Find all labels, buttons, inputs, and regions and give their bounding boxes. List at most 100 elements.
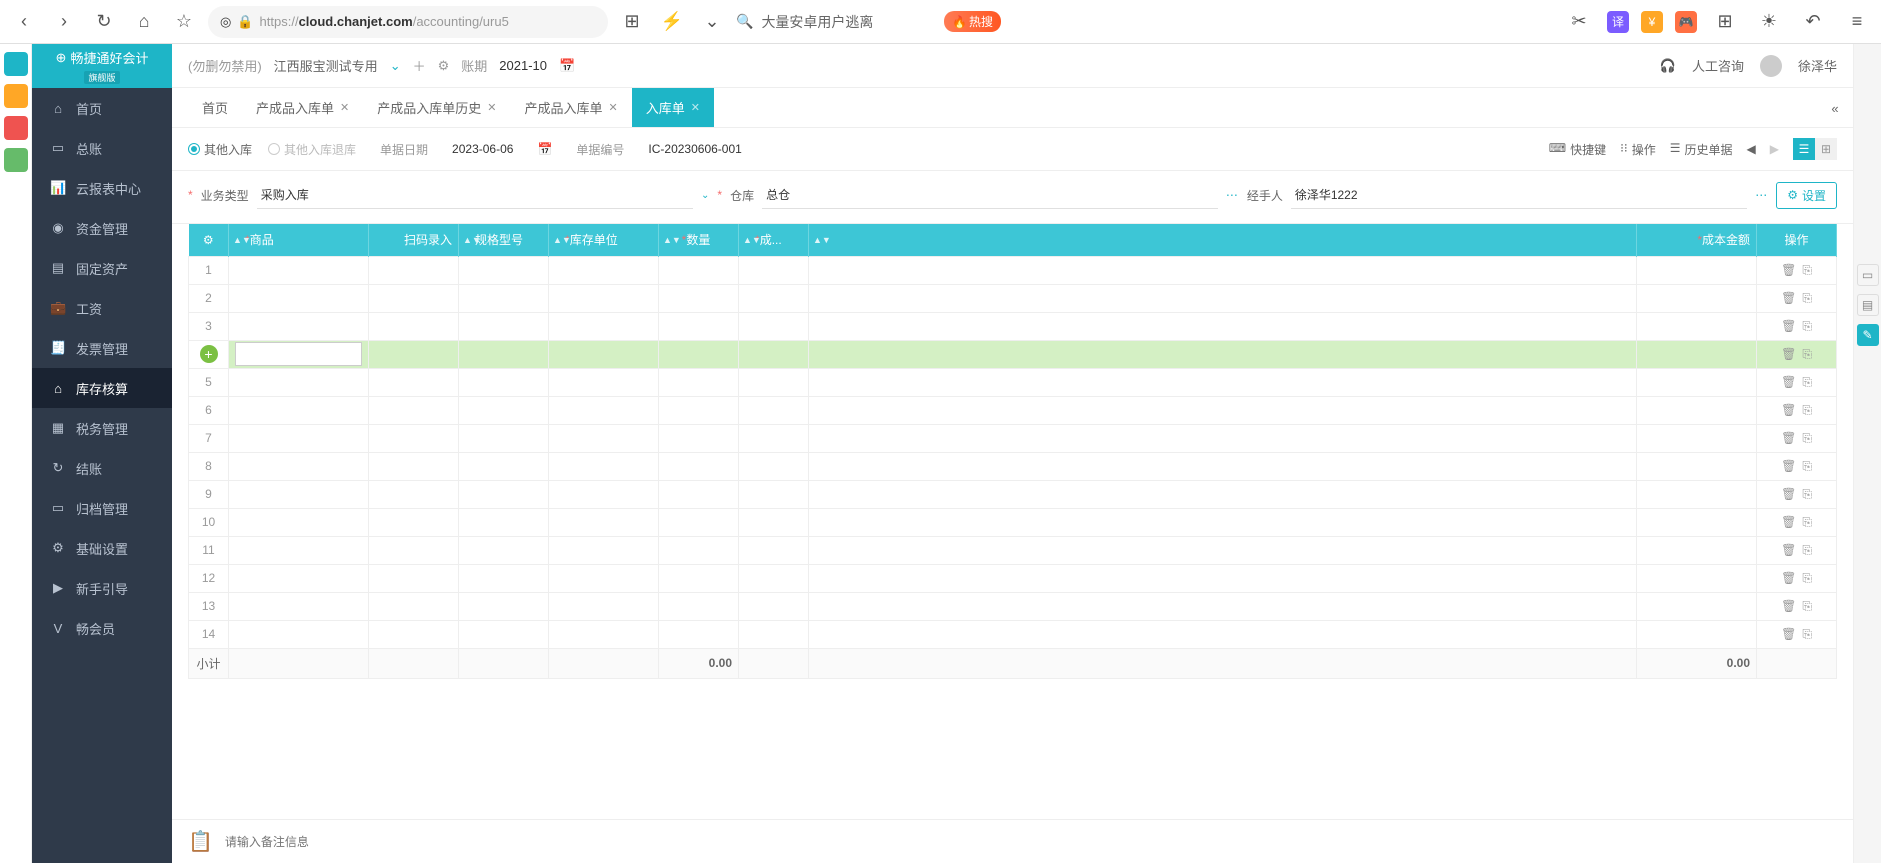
amount-cell[interactable] [1637, 340, 1757, 368]
sidebar-item[interactable]: ▭归档管理 [32, 488, 172, 528]
spec-cell[interactable] [459, 368, 549, 396]
next-doc-icon[interactable]: ▶ [1770, 142, 1779, 156]
blank-cell[interactable] [809, 396, 1637, 424]
product-cell[interactable] [229, 368, 369, 396]
wallet-icon[interactable]: ¥ [1641, 11, 1663, 33]
tab[interactable]: 首页 [188, 88, 242, 127]
unit-cell[interactable] [549, 312, 659, 340]
hot-badge[interactable]: 🔥 热搜 [944, 11, 1001, 32]
table-row[interactable]: +🗑⎘ [189, 340, 1837, 368]
close-icon[interactable]: ✕ [340, 101, 349, 114]
amount-cell[interactable] [1637, 424, 1757, 452]
amount-cell[interactable] [1637, 536, 1757, 564]
radio-other-in[interactable]: 其他入库 [188, 141, 252, 158]
qty-cell[interactable] [659, 368, 739, 396]
table-row[interactable]: 12🗑⎘ [189, 564, 1837, 592]
scan-cell[interactable] [369, 396, 459, 424]
rail-item-3[interactable]: ✎ [1857, 324, 1879, 346]
spec-cell[interactable] [459, 508, 549, 536]
spec-cell[interactable] [459, 592, 549, 620]
scan-cell[interactable] [369, 368, 459, 396]
unit-cell[interactable] [549, 620, 659, 648]
spec-cell[interactable] [459, 284, 549, 312]
sidebar-item[interactable]: 🧾发票管理 [32, 328, 172, 368]
close-icon[interactable]: ✕ [691, 101, 700, 114]
product-cell[interactable] [229, 312, 369, 340]
scan-cell[interactable] [369, 312, 459, 340]
copy-icon[interactable]: ⎘ [1802, 375, 1812, 389]
operate-button[interactable]: ⁝⁝操作 [1620, 141, 1656, 158]
table-row[interactable]: 3🗑⎘ [189, 312, 1837, 340]
warehouse-input[interactable] [762, 181, 1218, 209]
scan-cell[interactable] [369, 424, 459, 452]
tab[interactable]: 入库单✕ [632, 88, 714, 127]
unit-cell[interactable] [549, 284, 659, 312]
support-label[interactable]: 人工咨询 [1692, 56, 1744, 75]
sidebar-item[interactable]: 💼工资 [32, 288, 172, 328]
cost-cell[interactable] [739, 424, 809, 452]
qty-cell[interactable] [659, 452, 739, 480]
browser-search[interactable]: 🔍 大量安卓用户逃离 [736, 6, 936, 38]
spec-cell[interactable] [459, 340, 549, 368]
qty-cell[interactable] [659, 396, 739, 424]
cost-cell[interactable] [739, 620, 809, 648]
product-cell[interactable] [229, 592, 369, 620]
table-row[interactable]: 2🗑⎘ [189, 284, 1837, 312]
reload-icon[interactable]: ↻ [88, 6, 120, 38]
col-qty[interactable]: ▲▼ *数量 [659, 224, 739, 256]
copy-icon[interactable]: ⎘ [1802, 571, 1812, 585]
delete-icon[interactable]: 🗑 [1781, 571, 1796, 585]
product-cell[interactable] [229, 424, 369, 452]
amount-cell[interactable] [1637, 480, 1757, 508]
col-amount[interactable]: *成本金额 [1637, 224, 1757, 256]
col-scan[interactable]: 扫码录入 [369, 224, 459, 256]
copy-icon[interactable]: ⎘ [1802, 459, 1812, 473]
dock-item-1[interactable] [4, 52, 28, 76]
product-cell[interactable] [229, 564, 369, 592]
copy-icon[interactable]: ⎘ [1802, 431, 1812, 445]
amount-cell[interactable] [1637, 620, 1757, 648]
cost-cell[interactable] [739, 256, 809, 284]
sidebar-item[interactable]: ↻结账 [32, 448, 172, 488]
cost-cell[interactable] [739, 396, 809, 424]
delete-icon[interactable]: 🗑 [1781, 459, 1796, 473]
unit-cell[interactable] [549, 564, 659, 592]
blank-cell[interactable] [809, 508, 1637, 536]
dock-item-2[interactable] [4, 84, 28, 108]
blank-cell[interactable] [809, 564, 1637, 592]
cost-cell[interactable] [739, 340, 809, 368]
chevron-down-icon[interactable]: ⌄ [696, 6, 728, 38]
product-cell[interactable] [229, 536, 369, 564]
sidebar-item[interactable]: V畅会员 [32, 608, 172, 648]
qty-cell[interactable] [659, 340, 739, 368]
back-icon[interactable]: ‹ [8, 6, 40, 38]
calendar-icon[interactable]: 📅 [537, 142, 552, 156]
product-cell[interactable] [229, 480, 369, 508]
dock-item-4[interactable] [4, 148, 28, 172]
blank-cell[interactable] [809, 284, 1637, 312]
delete-icon[interactable]: 🗑 [1781, 543, 1796, 557]
table-row[interactable]: 13🗑⎘ [189, 592, 1837, 620]
copy-icon[interactable]: ⎘ [1802, 627, 1812, 641]
qty-cell[interactable] [659, 424, 739, 452]
forward-icon[interactable]: › [48, 6, 80, 38]
sidebar-item[interactable]: ▶新手引导 [32, 568, 172, 608]
history-button[interactable]: ☰历史单据 [1670, 141, 1733, 158]
scan-cell[interactable] [369, 284, 459, 312]
qr-icon[interactable]: ⊞ [616, 6, 648, 38]
copy-icon[interactable]: ⎘ [1802, 543, 1812, 557]
unit-cell[interactable] [549, 340, 659, 368]
table-row[interactable]: 1🗑⎘ [189, 256, 1837, 284]
copy-icon[interactable]: ⎘ [1802, 403, 1812, 417]
calendar-icon[interactable]: 📅 [559, 58, 575, 74]
tabs-collapse-icon[interactable]: « [1823, 96, 1847, 120]
spec-cell[interactable] [459, 480, 549, 508]
unit-cell[interactable] [549, 480, 659, 508]
dock-item-3[interactable] [4, 116, 28, 140]
scan-cell[interactable] [369, 592, 459, 620]
spec-cell[interactable] [459, 536, 549, 564]
unit-cell[interactable] [549, 592, 659, 620]
unit-cell[interactable] [549, 508, 659, 536]
menu-icon[interactable]: ≡ [1841, 6, 1873, 38]
blank-cell[interactable] [809, 620, 1637, 648]
